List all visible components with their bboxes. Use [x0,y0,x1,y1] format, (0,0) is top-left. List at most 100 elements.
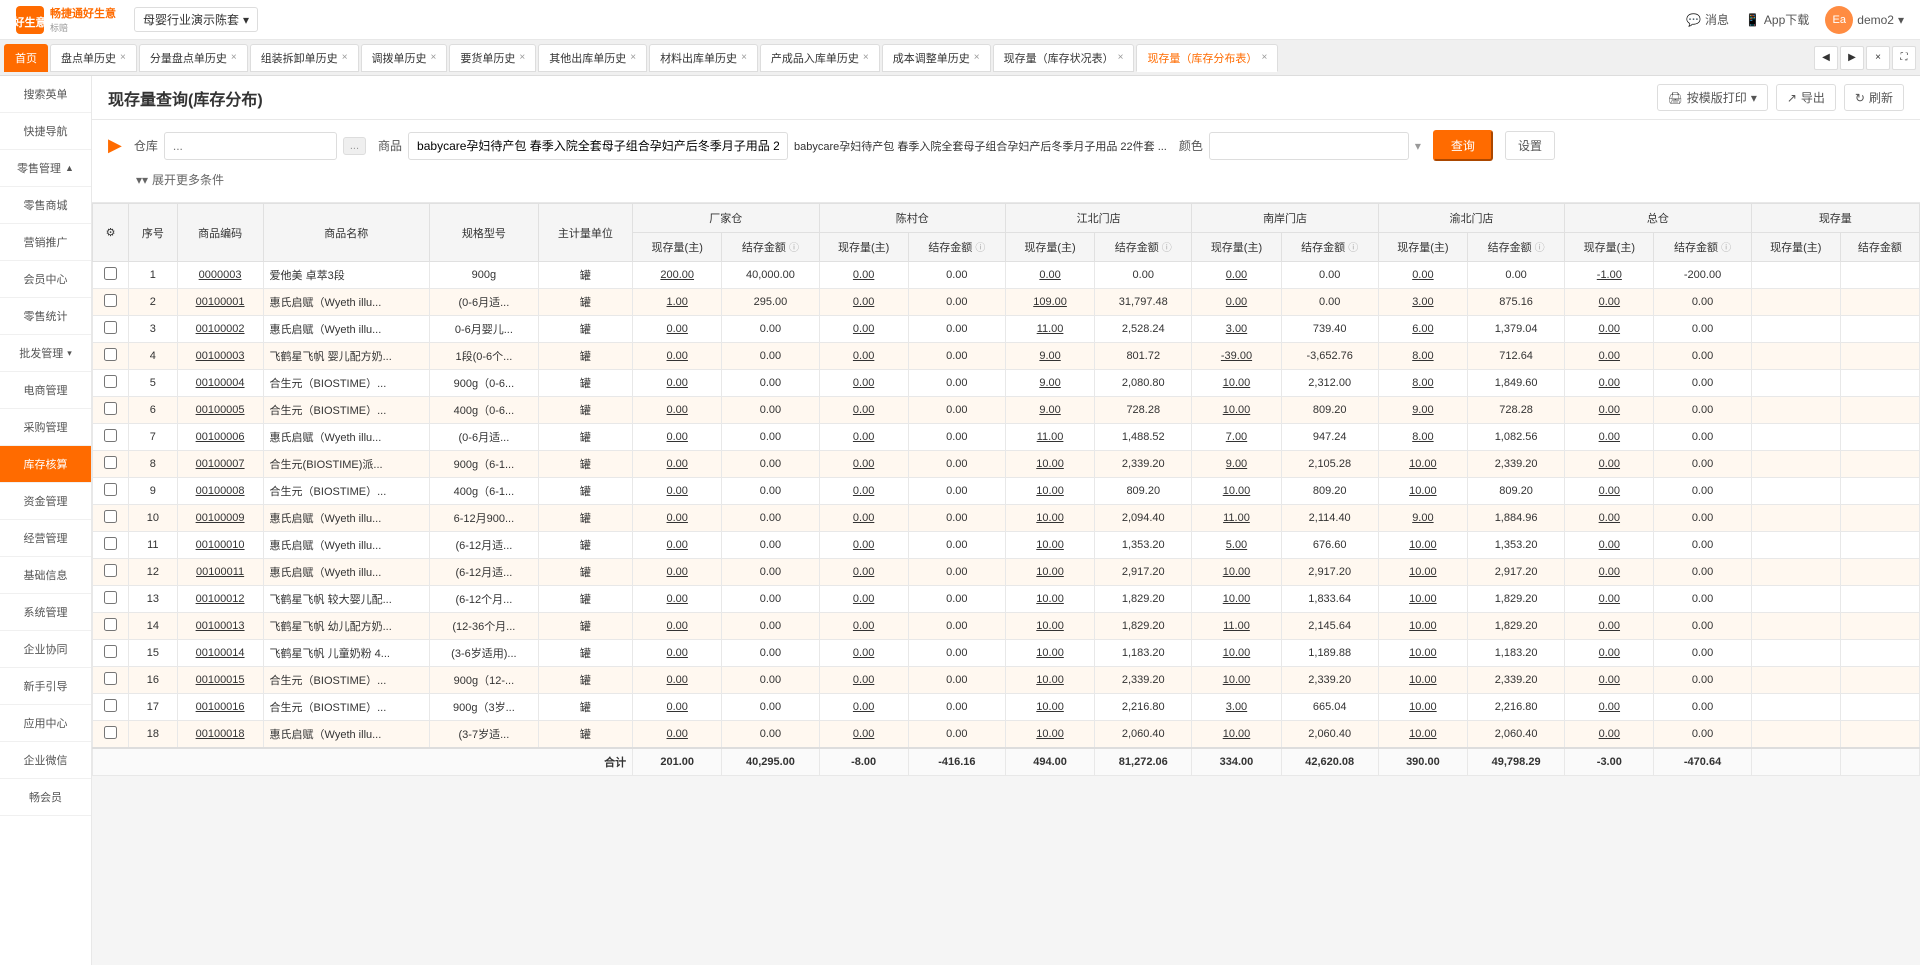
cell-tot-cur[interactable]: 0.00 [1565,613,1654,640]
na-amt-info-icon[interactable]: ⓘ [1348,243,1358,254]
sidebar-item-ecommerce[interactable]: 电商管理 [0,372,91,409]
cell-cl-cur[interactable]: 0.00 [819,451,908,478]
cell-cl-cur[interactable]: 0.00 [819,343,908,370]
tab-home[interactable]: 首页 [4,44,48,72]
cell-cl-cur[interactable]: 0.00 [819,397,908,424]
cell-na-cur[interactable]: 10.00 [1192,667,1281,694]
cell-jb-cur[interactable]: 10.00 [1005,613,1094,640]
tab-stocktake[interactable]: 盘点单历史 × [50,44,137,72]
cell-f-cur[interactable]: 0.00 [633,505,722,532]
cell-jb-cur[interactable]: 10.00 [1005,532,1094,559]
cell-checkbox[interactable] [93,316,129,343]
cell-code[interactable]: 00100007 [177,451,263,478]
cell-jb-cur[interactable]: 10.00 [1005,478,1094,505]
cell-cl-cur[interactable]: 0.00 [819,694,908,721]
cell-na-cur[interactable]: 10.00 [1192,478,1281,505]
cell-code[interactable]: 00100006 [177,424,263,451]
cell-checkbox[interactable] [93,262,129,289]
tab-next-btn[interactable]: ▶ [1840,46,1864,70]
user-area[interactable]: Ea demo2 ▾ [1825,6,1904,34]
yb-amt-info-icon[interactable]: ⓘ [1535,243,1545,254]
cell-jb-cur[interactable]: 10.00 [1005,505,1094,532]
cell-tot-cur[interactable]: 0.00 [1565,640,1654,667]
industry-dropdown[interactable]: 母婴行业演示陈套 ▾ [134,7,258,32]
sidebar-item-retail-shop[interactable]: 零售商城 [0,187,91,224]
cell-jb-cur[interactable]: 9.00 [1005,397,1094,424]
cell-yb-cur[interactable]: 9.00 [1378,397,1467,424]
cell-tot-cur[interactable]: 0.00 [1565,505,1654,532]
cell-yb-cur[interactable]: 10.00 [1378,640,1467,667]
cell-na-cur[interactable]: 10.00 [1192,640,1281,667]
cell-tot-cur[interactable]: 0.00 [1565,667,1654,694]
tab-transfer[interactable]: 调拨单历史 × [361,44,448,72]
cell-jb-cur[interactable]: 109.00 [1005,289,1094,316]
tab-stocktake-close[interactable]: × [120,52,126,63]
cell-cl-cur[interactable]: 0.00 [819,370,908,397]
sidebar-item-inventory[interactable]: 库存核算 [0,446,91,483]
cell-na-cur[interactable]: 9.00 [1192,451,1281,478]
cell-yb-cur[interactable]: 10.00 [1378,532,1467,559]
cell-na-cur[interactable]: 0.00 [1192,289,1281,316]
cell-code[interactable]: 00100010 [177,532,263,559]
cell-cl-cur[interactable]: 0.00 [819,478,908,505]
cell-na-cur[interactable]: 10.00 [1192,397,1281,424]
cell-f-cur[interactable]: 0.00 [633,397,722,424]
print-btn[interactable]: 🖨 按模版打印 ▾ [1657,84,1768,111]
cell-tot-cur[interactable]: 0.00 [1565,424,1654,451]
cell-cl-cur[interactable]: 0.00 [819,424,908,451]
cell-na-cur[interactable]: 10.00 [1192,586,1281,613]
cell-na-cur[interactable]: 3.00 [1192,316,1281,343]
cell-tot-cur[interactable]: 0.00 [1565,370,1654,397]
cell-jb-cur[interactable]: 11.00 [1005,316,1094,343]
cell-checkbox[interactable] [93,289,129,316]
cell-code[interactable]: 00100002 [177,316,263,343]
goods-input[interactable] [408,132,788,160]
cell-checkbox[interactable] [93,370,129,397]
cell-na-cur[interactable]: 11.00 [1192,613,1281,640]
tab-order-close[interactable]: × [519,52,525,63]
cell-yb-cur[interactable]: 6.00 [1378,316,1467,343]
tab-prev-btn[interactable]: ◀ [1814,46,1838,70]
sidebar-item-member[interactable]: 会员中心 [0,261,91,298]
tab-other-out[interactable]: 其他出库单历史 × [538,44,647,72]
cell-checkbox[interactable] [93,586,129,613]
cell-checkbox[interactable] [93,397,129,424]
sidebar-item-vip[interactable]: 畅会员 [0,779,91,816]
settings-gear-icon[interactable]: ⚙ [106,227,116,239]
cell-tot-cur[interactable]: 0.00 [1565,586,1654,613]
cell-code[interactable]: 00100016 [177,694,263,721]
cell-code[interactable]: 00100009 [177,505,263,532]
cell-yb-cur[interactable]: 10.00 [1378,667,1467,694]
cell-code[interactable]: 00100008 [177,478,263,505]
app-download-btn[interactable]: 📱 App下载 [1745,11,1809,28]
tab-fullscreen-btn[interactable]: ⛶ [1892,46,1916,70]
cell-f-cur[interactable]: 0.00 [633,532,722,559]
cell-checkbox[interactable] [93,424,129,451]
cell-cl-cur[interactable]: 0.00 [819,613,908,640]
cell-jb-cur[interactable]: 10.00 [1005,667,1094,694]
cell-na-cur[interactable]: 7.00 [1192,424,1281,451]
cell-code[interactable]: 00100001 [177,289,263,316]
cell-na-cur[interactable]: 10.00 [1192,559,1281,586]
cell-f-cur[interactable]: 0.00 [633,613,722,640]
cell-na-cur[interactable]: 3.00 [1192,694,1281,721]
tab-assemble-close[interactable]: × [342,52,348,63]
cl-amt-info-icon[interactable]: ⓘ [975,243,985,254]
sidebar-item-enterprise[interactable]: 企业协同 [0,631,91,668]
cell-checkbox[interactable] [93,694,129,721]
sidebar-item-operations[interactable]: 经营管理 [0,520,91,557]
tot-amt-info-icon[interactable]: ⓘ [1721,243,1731,254]
cell-cl-cur[interactable]: 0.00 [819,667,908,694]
expand-conditions-btn[interactable]: ▾▾ 展开更多条件 [128,167,232,192]
cell-tot-cur[interactable]: 0.00 [1565,721,1654,749]
tab-inventory-status-close[interactable]: × [1118,52,1124,63]
sidebar-item-finance[interactable]: 资金管理 [0,483,91,520]
cell-yb-cur[interactable]: 10.00 [1378,586,1467,613]
tab-other-out-close[interactable]: × [630,52,636,63]
cell-code[interactable]: 00100013 [177,613,263,640]
cell-checkbox[interactable] [93,478,129,505]
expand-collapse-icon[interactable]: ▶ [108,135,122,156]
cell-na-cur[interactable]: 10.00 [1192,721,1281,749]
tab-cost-adjust-close[interactable]: × [974,52,980,63]
cell-yb-cur[interactable]: 10.00 [1378,613,1467,640]
